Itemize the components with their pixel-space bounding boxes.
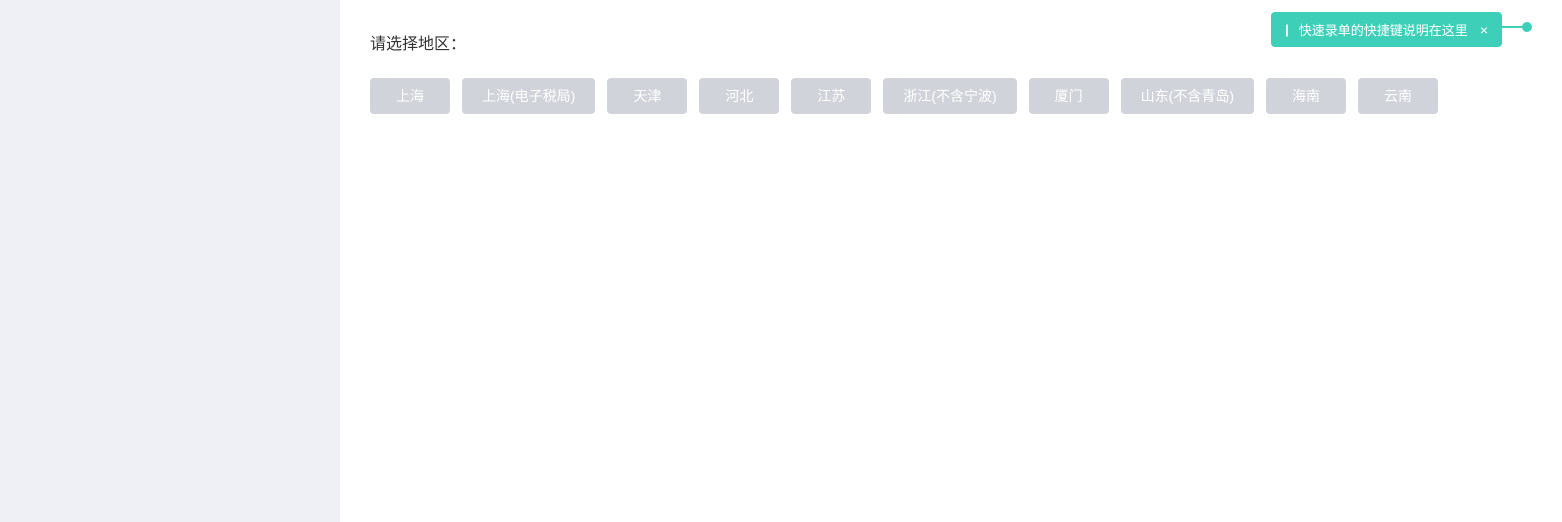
tooltip-banner: 快速录单的快捷键说明在这里 ×: [1271, 12, 1502, 47]
region-btn-shanghai[interactable]: 上海: [370, 78, 450, 114]
region-btn-tianjin[interactable]: 天津: [607, 78, 687, 114]
main-content: 请选择地区： 上海上海(电子税局)天津河北江苏浙江(不含宁波)厦门山东(不含青岛…: [340, 0, 1562, 522]
tooltip-close-button[interactable]: ×: [1480, 22, 1488, 38]
tooltip-text: 快速录单的快捷键说明在这里: [1299, 20, 1468, 39]
region-btn-xiamen[interactable]: 厦门: [1029, 78, 1109, 114]
region-btn-zhejiang[interactable]: 浙江(不含宁波): [883, 78, 1016, 114]
region-btn-hainan[interactable]: 海南: [1266, 78, 1346, 114]
region-btn-shanghai-etax[interactable]: 上海(电子税局): [462, 78, 595, 114]
region-btn-yunnan[interactable]: 云南: [1358, 78, 1438, 114]
tooltip-connector-line: [1500, 26, 1524, 28]
region-btn-hebei[interactable]: 河北: [699, 78, 779, 114]
region-buttons-container: 上海上海(电子税局) 天津河北江苏浙江(不含宁波) 厦门山东(不含青岛) 海南云南: [370, 78, 1532, 114]
tooltip-dot-indicator: [1522, 22, 1532, 32]
region-btn-jiangsu[interactable]: 江苏: [791, 78, 871, 114]
region-btn-shandong[interactable]: 山东(不含青岛): [1121, 78, 1254, 114]
sidebar: [0, 0, 340, 522]
